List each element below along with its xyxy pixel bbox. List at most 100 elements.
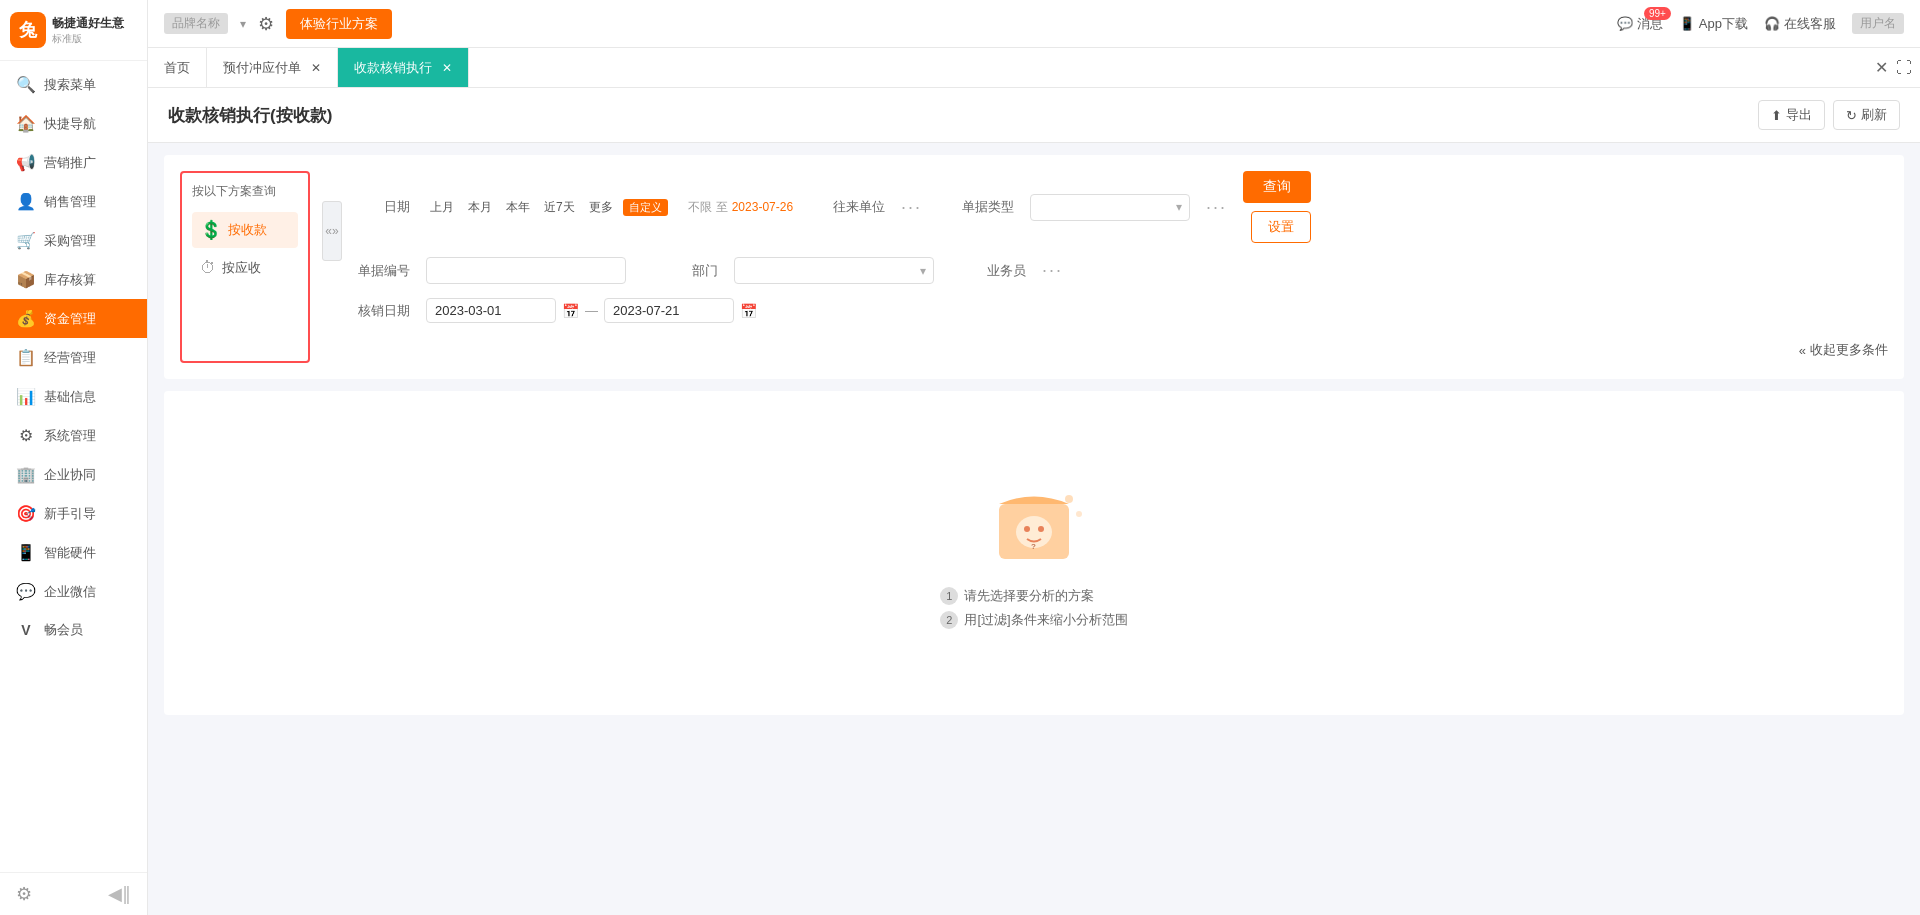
dept-select-wrapper xyxy=(734,257,934,284)
calendar-end-icon[interactable]: 📅 xyxy=(740,303,757,319)
date-more[interactable]: 更多 xyxy=(585,197,617,218)
logo-icon: 兔 xyxy=(10,12,46,48)
empty-illustration: ? xyxy=(974,471,1094,571)
app-download-button[interactable]: 📱 App下载 xyxy=(1679,15,1748,33)
sidebar-item-search[interactable]: 🔍 搜索菜单 xyxy=(0,65,147,104)
operation-icon: 📋 xyxy=(16,348,36,367)
member-icon: V xyxy=(16,622,36,638)
partner-dots-btn[interactable]: ··· xyxy=(901,197,922,218)
sidebar-item-hardware[interactable]: 📱 智能硬件 xyxy=(0,533,147,572)
sidebar-item-collab[interactable]: 🏢 企业协同 xyxy=(0,455,147,494)
fullscreen-icon[interactable]: ⛶ xyxy=(1896,59,1912,77)
tab-prepay[interactable]: 预付冲应付单 ✕ xyxy=(207,48,338,87)
empty-svg: ? xyxy=(979,474,1089,569)
verify-date-start-input[interactable] xyxy=(426,298,556,323)
sidebar-item-operation[interactable]: 📋 经营管理 xyxy=(0,338,147,377)
filter-row-3: 核销日期 📅 — 📅 xyxy=(354,298,1888,323)
query-button[interactable]: 查询 xyxy=(1243,171,1311,203)
export-button[interactable]: ⬆ 导出 xyxy=(1758,100,1825,130)
filter-buttons: 查询 设置 xyxy=(1243,171,1311,243)
calendar-start-icon[interactable]: 📅 xyxy=(562,303,579,319)
tabbar-actions: ✕ ⛶ xyxy=(1867,48,1920,87)
sidebar-item-inventory[interactable]: 📦 库存核算 xyxy=(0,260,147,299)
filter-option-receivable[interactable]: ⏱ 按应收 xyxy=(192,252,298,284)
partner-label: 往来单位 xyxy=(829,198,885,216)
date-this-month[interactable]: 本月 xyxy=(464,197,496,218)
tab-home[interactable]: 首页 xyxy=(148,48,207,87)
svg-point-3 xyxy=(1038,526,1044,532)
collab-icon: 🏢 xyxy=(16,465,36,484)
collapse-sidebar-btn[interactable]: ◀‖ xyxy=(108,883,131,905)
close-prepay-tab-icon[interactable]: ✕ xyxy=(311,61,321,75)
brand-text: 品牌名称 xyxy=(164,13,228,34)
bill-no-input[interactable] xyxy=(426,257,626,284)
close-collection-tab-icon[interactable]: ✕ xyxy=(442,61,452,75)
sidebar-item-finance[interactable]: 💰 资金管理 xyxy=(0,299,147,338)
refresh-button[interactable]: ↻ 刷新 xyxy=(1833,100,1900,130)
bill-no-label: 单据编号 xyxy=(354,262,410,280)
date-to-text: 至 xyxy=(716,199,728,216)
collapse-icon: «» xyxy=(325,224,338,238)
bill-type-dots-btn[interactable]: ··· xyxy=(1206,197,1227,218)
gear-icon[interactable]: ⚙ xyxy=(258,13,274,35)
svg-text:?: ? xyxy=(1031,542,1036,551)
empty-tip-2: 2 用[过滤]条件来缩小分析范围 xyxy=(940,611,1127,629)
filter-collapse-button[interactable]: «» xyxy=(322,201,342,261)
verify-date-range: 📅 — 📅 xyxy=(426,298,757,323)
sidebar-item-member[interactable]: V 畅会员 xyxy=(0,611,147,649)
empty-tips: 1 请先选择要分析的方案 2 用[过滤]条件来缩小分析范围 xyxy=(940,587,1127,635)
page-actions: ⬆ 导出 ↻ 刷新 xyxy=(1758,100,1900,130)
date-custom-badge[interactable]: 自定义 xyxy=(623,199,668,216)
dept-select[interactable] xyxy=(734,257,934,284)
date-this-year[interactable]: 本年 xyxy=(502,197,534,218)
collection-icon: 💲 xyxy=(200,219,222,241)
basic-icon: 📊 xyxy=(16,387,36,406)
message-badge: 99+ xyxy=(1644,7,1671,20)
staff-dots-btn[interactable]: ··· xyxy=(1042,260,1063,281)
filter-settings-button[interactable]: 设置 xyxy=(1251,211,1311,243)
filter-row-1: 日期 上月 本月 本年 近7天 更多 自定义 不限 至 2023-07-26 xyxy=(354,171,1888,243)
online-service-button[interactable]: 🎧 在线客服 xyxy=(1764,15,1836,33)
sidebar-nav: 🔍 搜索菜单 🏠 快捷导航 📢 营销推广 👤 销售管理 🛒 采购管理 📦 库存核… xyxy=(0,61,147,872)
filter-option-collection[interactable]: 💲 按收款 xyxy=(192,212,298,248)
hardware-icon: 📱 xyxy=(16,543,36,562)
sidebar-item-wecom[interactable]: 💬 企业微信 xyxy=(0,572,147,611)
search-icon: 🔍 xyxy=(16,75,36,94)
sidebar-item-marketing[interactable]: 📢 营销推广 xyxy=(0,143,147,182)
sidebar-item-quick-nav[interactable]: 🏠 快捷导航 xyxy=(0,104,147,143)
sidebar-item-guide[interactable]: 🎯 新手引导 xyxy=(0,494,147,533)
finance-icon: 💰 xyxy=(16,309,36,328)
tabbar: 首页 预付冲应付单 ✕ 收款核销执行 ✕ ✕ ⛶ xyxy=(148,48,1920,88)
filter-right-panel: 日期 上月 本月 本年 近7天 更多 自定义 不限 至 2023-07-26 xyxy=(354,171,1888,363)
date-label: 日期 xyxy=(354,198,410,216)
sidebar-bottom: ⚙ ◀‖ xyxy=(0,872,147,915)
settings-bottom-icon[interactable]: ⚙ xyxy=(16,883,32,905)
topbar-right: 💬 消息 99+ 📱 App下载 🎧 在线客服 用户名 xyxy=(1617,13,1904,34)
sidebar-item-system[interactable]: ⚙ 系统管理 xyxy=(0,416,147,455)
more-conditions-toggle[interactable]: « 收起更多条件 xyxy=(354,337,1888,363)
solution-button[interactable]: 体验行业方案 xyxy=(286,9,392,39)
refresh-icon: ↻ xyxy=(1846,108,1857,123)
sidebar-item-purchase[interactable]: 🛒 采购管理 xyxy=(0,221,147,260)
verify-date-end-input[interactable] xyxy=(604,298,734,323)
sidebar-item-basic[interactable]: 📊 基础信息 xyxy=(0,377,147,416)
tab-collection[interactable]: 收款核销执行 ✕ xyxy=(338,48,469,87)
sidebar-item-sales[interactable]: 👤 销售管理 xyxy=(0,182,147,221)
date-7days[interactable]: 近7天 xyxy=(540,197,579,218)
date-filter-options: 上月 本月 本年 近7天 更多 自定义 xyxy=(426,197,668,218)
export-icon: ⬆ xyxy=(1771,108,1782,123)
system-icon: ⚙ xyxy=(16,426,36,445)
bill-type-select[interactable] xyxy=(1030,194,1190,221)
user-avatar[interactable]: 用户名 xyxy=(1852,13,1904,34)
svg-point-2 xyxy=(1024,526,1030,532)
marketing-icon: 📢 xyxy=(16,153,36,172)
empty-tip-1: 1 请先选择要分析的方案 xyxy=(940,587,1127,605)
close-tab-icon[interactable]: ✕ xyxy=(1875,58,1888,77)
guide-icon: 🎯 xyxy=(16,504,36,523)
app-icon: 📱 xyxy=(1679,16,1695,31)
topbar: 品牌名称 ▾ ⚙ 体验行业方案 💬 消息 99+ 📱 App下载 🎧 在线客服 … xyxy=(148,0,1920,48)
date-last-month[interactable]: 上月 xyxy=(426,197,458,218)
filter-panel-title: 按以下方案查询 xyxy=(192,183,298,200)
chevron-down-icon[interactable]: ▾ xyxy=(240,17,246,31)
message-button[interactable]: 💬 消息 99+ xyxy=(1617,15,1663,33)
